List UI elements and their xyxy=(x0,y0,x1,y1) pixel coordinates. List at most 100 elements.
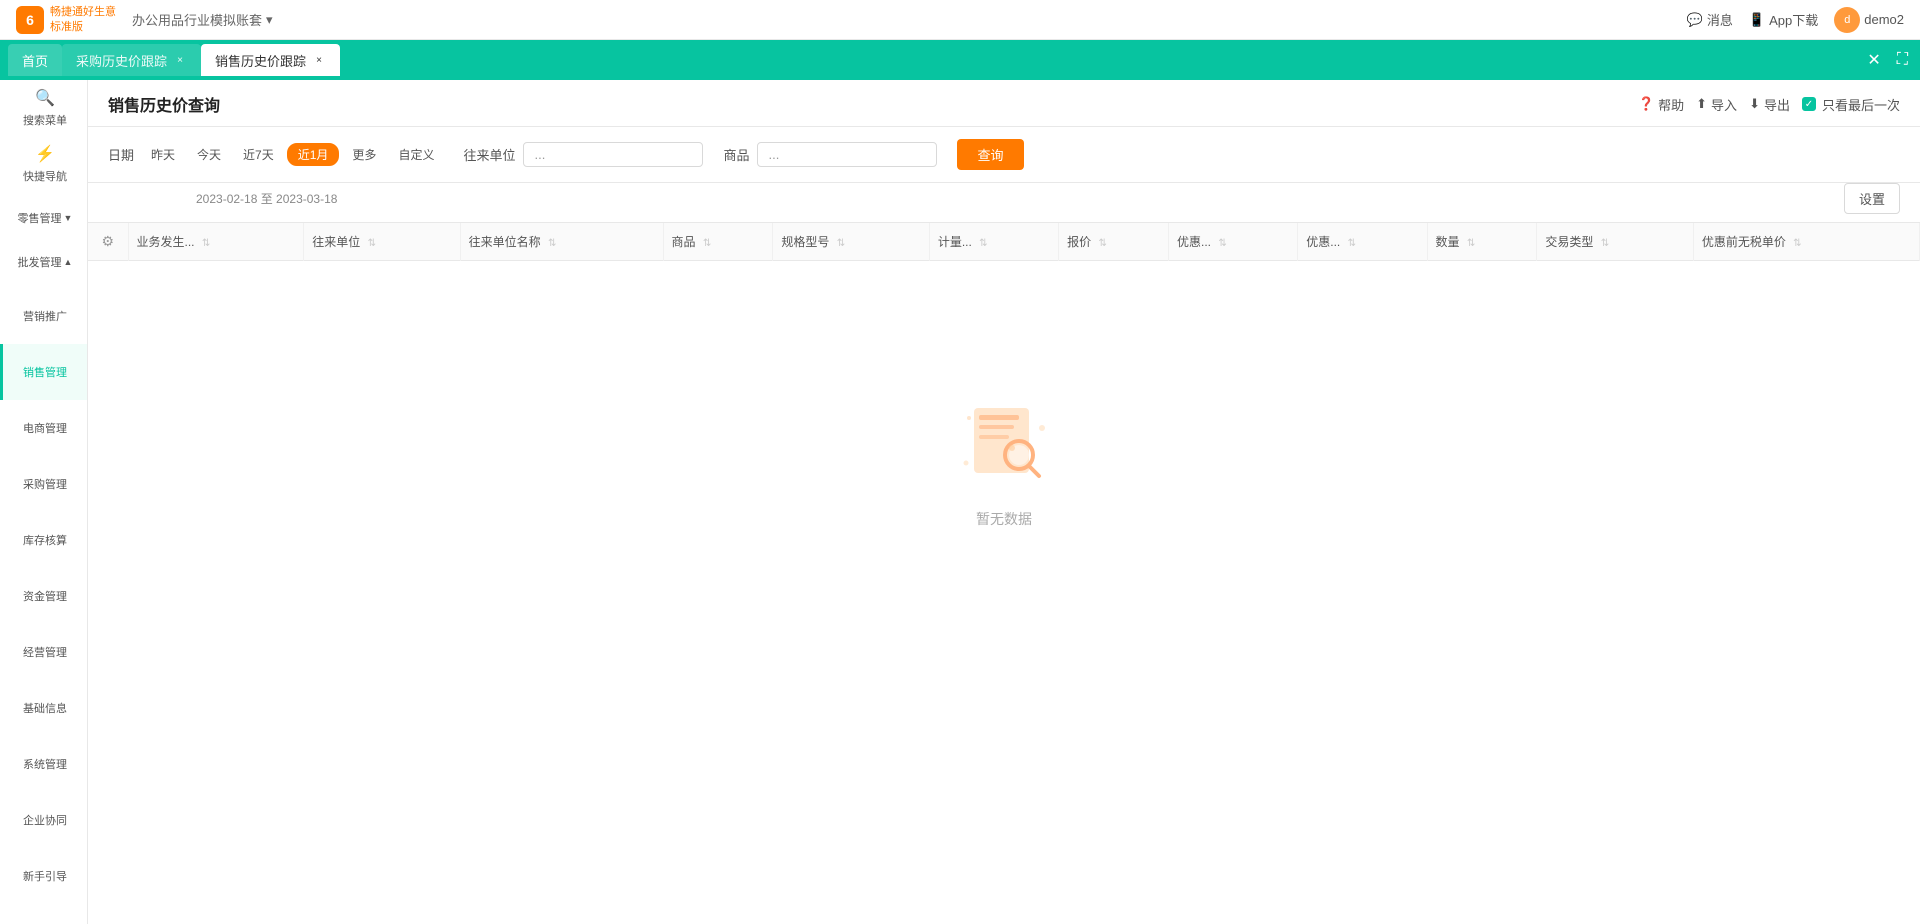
empty-state-text: 暂无数据 xyxy=(976,509,1032,529)
sort-icon-product: ⇅ xyxy=(703,238,711,249)
sidebar-item-search[interactable]: 🔍 搜索菜单 xyxy=(0,80,87,136)
table-col-transaction-type[interactable]: 交易类型 ⇅ xyxy=(1537,223,1693,261)
sort-icon-pretax-price: ⇅ xyxy=(1793,238,1801,249)
app-selector[interactable]: 办公用品行业模拟账套 ▾ xyxy=(124,6,281,33)
chevron-up-icon-wholesale: ▲ xyxy=(64,257,73,267)
user-profile[interactable]: d demo2 xyxy=(1834,7,1904,33)
operations-label: 经营管理 xyxy=(23,644,67,660)
table-container: ⚙ 业务发生... ⇅ 往来单位 ⇅ 往来单位名称 xyxy=(88,223,1920,661)
table-header-row: ⚙ 业务发生... ⇅ 往来单位 ⇅ 往来单位名称 xyxy=(88,223,1920,261)
inventory-label: 库存核算 xyxy=(23,532,67,548)
sort-icon-partner-code: ⇅ xyxy=(368,238,376,249)
sidebar-item-inventory[interactable]: 库存核算 xyxy=(0,512,87,568)
topbar: 6 畅捷通好生意 标准版 办公用品行业模拟账套 ▾ 💬 消息 📱 App下载 d… xyxy=(0,0,1920,40)
date-btn-today[interactable]: 今天 xyxy=(188,143,230,166)
main-layout: 🔍 搜索菜单 ⚡ 快捷导航 零售管理 ▼ 批发管理 ▲ 营销推广 销售管理 电商… xyxy=(0,80,1920,924)
sidebar-item-ecommerce[interactable]: 电商管理 xyxy=(0,400,87,456)
quick-nav-icon: ⚡ xyxy=(35,144,55,164)
sort-icon-partner-name: ⇅ xyxy=(548,238,556,249)
tab-purchase-close[interactable]: × xyxy=(173,53,187,67)
query-button[interactable]: 查询 xyxy=(957,139,1023,170)
sidebar-item-marketing[interactable]: 营销推广 xyxy=(0,288,87,344)
sidebar: 🔍 搜索菜单 ⚡ 快捷导航 零售管理 ▼ 批发管理 ▲ 营销推广 销售管理 电商… xyxy=(0,80,88,924)
avatar: d xyxy=(1834,7,1860,33)
sidebar-item-sales[interactable]: 销售管理 xyxy=(0,344,87,400)
only-last-checkbox[interactable]: ✓ xyxy=(1802,97,1816,111)
expand-action[interactable]: ⛶ xyxy=(1893,47,1912,73)
export-button[interactable]: ⬇ 导出 xyxy=(1749,95,1790,114)
sidebar-item-wholesale[interactable]: 批发管理 ▲ xyxy=(0,240,87,284)
empty-state: 暂无数据 xyxy=(88,261,1920,661)
message-button[interactable]: 💬 消息 xyxy=(1687,10,1733,29)
table-col-spec[interactable]: 规格型号 ⇅ xyxy=(773,223,929,261)
app-download-button[interactable]: 📱 App下载 xyxy=(1749,10,1818,29)
gear-icon[interactable]: ⚙ xyxy=(101,233,114,249)
wholesale-label: 批发管理 xyxy=(18,254,62,270)
table-col-partner-name[interactable]: 往来单位名称 ⇅ xyxy=(460,223,663,261)
date-btn-more[interactable]: 更多 xyxy=(343,143,385,166)
sort-icon-quantity: ⇅ xyxy=(1467,238,1475,249)
table-col-gear[interactable]: ⚙ xyxy=(88,223,128,261)
product-filter-input[interactable]: ... xyxy=(757,142,937,167)
sidebar-item-enterprise[interactable]: 企业协同 xyxy=(0,792,87,848)
sort-icon-price: ⇅ xyxy=(1098,238,1106,249)
sort-icon-discount2: ⇅ xyxy=(1348,238,1356,249)
table-header: ⚙ 业务发生... ⇅ 往来单位 ⇅ 往来单位名称 xyxy=(88,223,1920,261)
table-col-product[interactable]: 商品 ⇅ xyxy=(663,223,773,261)
table-col-unit[interactable]: 计量... ⇅ xyxy=(929,223,1058,261)
product-filter-group: 商品 ... xyxy=(723,142,937,167)
tab-home[interactable]: 首页 xyxy=(8,44,62,76)
basic-info-label: 基础信息 xyxy=(23,700,67,716)
page-header: 销售历史价查询 ❓ 帮助 ⬆ 导入 ⬇ 导出 ✓ xyxy=(88,80,1920,127)
close-tab-action[interactable]: ✕ xyxy=(1863,46,1884,74)
table-col-discount1[interactable]: 优惠... ⇅ xyxy=(1168,223,1297,261)
sidebar-item-quick-nav[interactable]: ⚡ 快捷导航 xyxy=(0,136,87,192)
tab-purchase-label: 采购历史价跟踪 xyxy=(76,51,167,70)
empty-illustration xyxy=(954,393,1054,493)
import-button[interactable]: ⬆ 导入 xyxy=(1696,95,1737,114)
page-title: 销售历史价查询 xyxy=(108,92,220,116)
date-filter-label: 日期 xyxy=(108,145,134,164)
sort-icon-business-date: ⇅ xyxy=(202,238,210,249)
date-btn-yesterday[interactable]: 昨天 xyxy=(142,143,184,166)
tab-sales-label: 销售历史价跟踪 xyxy=(215,51,306,70)
date-filter-group: 日期 昨天 今天 近7天 近1月 更多 自定义 xyxy=(108,143,443,166)
customer-filter-input[interactable]: ... xyxy=(523,142,703,167)
sidebar-item-purchase[interactable]: 采购管理 xyxy=(0,456,87,512)
table-col-partner-code[interactable]: 往来单位 ⇅ xyxy=(304,223,460,261)
table-col-discount2[interactable]: 优惠... ⇅ xyxy=(1298,223,1427,261)
sidebar-item-retail[interactable]: 零售管理 ▼ xyxy=(0,196,87,240)
sidebar-item-system[interactable]: 系统管理 xyxy=(0,736,87,792)
product-placeholder: ... xyxy=(768,147,926,162)
retail-label: 零售管理 xyxy=(18,210,62,226)
tab-sales-history[interactable]: 销售历史价跟踪 × xyxy=(201,44,340,76)
sidebar-item-operations[interactable]: 经营管理 xyxy=(0,624,87,680)
date-btn-7days[interactable]: 近7天 xyxy=(234,143,283,166)
ecommerce-label: 电商管理 xyxy=(23,420,67,436)
settings-button[interactable]: 设置 xyxy=(1844,183,1900,214)
message-icon: 💬 xyxy=(1687,12,1703,28)
filter-area: 日期 昨天 今天 近7天 近1月 更多 自定义 往来单位 ... xyxy=(88,127,1920,183)
date-btn-1month[interactable]: 近1月 xyxy=(287,143,340,166)
sidebar-item-finance[interactable]: 资金管理 xyxy=(0,568,87,624)
customer-filter-group: 往来单位 ... xyxy=(463,142,703,167)
help-button[interactable]: ❓ 帮助 xyxy=(1638,95,1684,114)
data-table: ⚙ 业务发生... ⇅ 往来单位 ⇅ 往来单位名称 xyxy=(88,223,1920,261)
sidebar-item-guide[interactable]: 新手引导 xyxy=(0,848,87,904)
table-col-quantity[interactable]: 数量 ⇅ xyxy=(1427,223,1537,261)
product-filter-label: 商品 xyxy=(723,145,749,164)
topbar-left: 6 畅捷通好生意 标准版 办公用品行业模拟账套 ▾ xyxy=(16,5,281,34)
import-icon: ⬆ xyxy=(1696,96,1707,112)
help-icon: ❓ xyxy=(1638,96,1654,112)
only-last-checkbox-area: ✓ 只看最后一次 xyxy=(1802,95,1900,114)
table-col-pretax-price[interactable]: 优惠前无税单价 ⇅ xyxy=(1693,223,1919,261)
tab-purchase-history[interactable]: 采购历史价跟踪 × xyxy=(62,44,201,76)
date-btn-custom[interactable]: 自定义 xyxy=(389,143,443,166)
table-col-price[interactable]: 报价 ⇅ xyxy=(1059,223,1169,261)
page-container: 销售历史价查询 ❓ 帮助 ⬆ 导入 ⬇ 导出 ✓ xyxy=(88,80,1920,924)
tab-sales-close[interactable]: × xyxy=(312,53,326,67)
logo-area: 6 畅捷通好生意 标准版 xyxy=(16,5,116,34)
sidebar-item-app-center[interactable]: 应用中心 xyxy=(0,904,87,924)
table-col-business-date[interactable]: 业务发生... ⇅ xyxy=(128,223,304,261)
sidebar-item-basic-info[interactable]: 基础信息 xyxy=(0,680,87,736)
